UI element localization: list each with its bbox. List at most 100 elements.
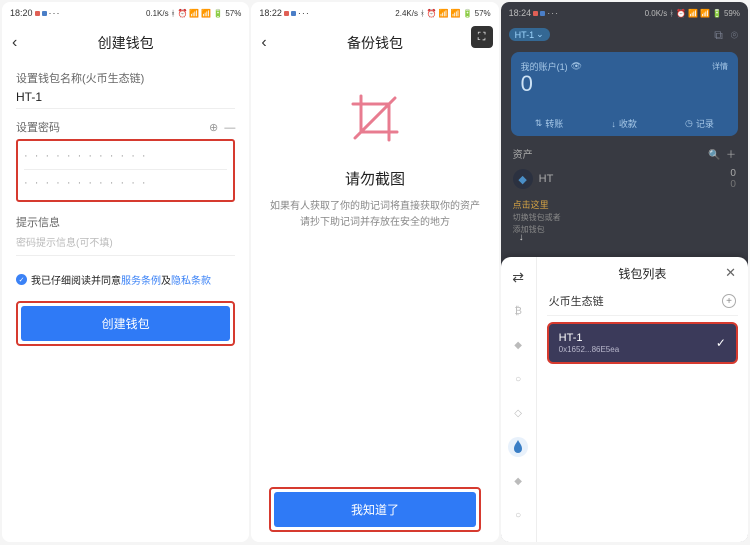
status-dot	[35, 11, 40, 16]
status-battery: 59%	[724, 9, 740, 18]
tip-sub1: 切换钱包或者	[513, 212, 561, 223]
no-screenshot-desc: 如果有人获取了你的助记词将直接获取你的资产 请抄下助记词并存放在安全的地方	[270, 199, 480, 231]
tip-callout: 点击这里 切换钱包或者 添加钱包	[513, 198, 561, 235]
status-battery: 57%	[475, 9, 491, 18]
wifi-icon: 📶	[201, 9, 211, 18]
battery-icon: 🔋	[712, 9, 722, 18]
page-title: 备份钱包	[347, 33, 403, 53]
chevron-down-icon: ⌄	[536, 29, 544, 40]
add-icon[interactable]: ＋	[726, 150, 736, 161]
record-button[interactable]: ◷记录	[685, 117, 714, 130]
nav-bar: ‹ 创建钱包	[2, 24, 249, 62]
wallet-item-address: 0x1652...86E5ea	[559, 345, 620, 354]
alarm-icon: ⏰	[676, 9, 686, 18]
agree-row[interactable]: ✓ 我已仔细阅读并同意 服务条例 及 隐私条款	[16, 272, 235, 287]
top-actions: ⧉ ⌾	[714, 28, 738, 43]
wallet-list-sheet: ⇄ ₿ ◆ ○ ◇ ◆ ○ 钱包列表 ✕ 火币生态链 + HT-1 0x1652…	[501, 257, 748, 542]
status-time: 18:20	[10, 8, 33, 18]
assets-header: 资产 🔍 ＋	[513, 146, 736, 161]
create-button-highlight: 创建钱包	[16, 301, 235, 346]
tip-title: 点击这里	[513, 198, 561, 211]
qr-icon[interactable]: ⌾	[731, 28, 738, 43]
password-input[interactable]: · · · · · · · · · · · ·	[24, 143, 227, 170]
status-net: 0.1K/s	[146, 9, 169, 18]
status-time: 18:22	[259, 8, 282, 18]
signal-icon: 📶	[688, 9, 698, 18]
assets-label: 资产	[513, 146, 533, 161]
wallet-item-selected[interactable]: HT-1 0x1652...86E5ea ✓	[547, 322, 738, 364]
token-sub: 0	[730, 179, 736, 190]
known-button-highlight: 我知道了	[269, 487, 480, 532]
page-title: 创建钱包	[98, 33, 154, 53]
scan-icon[interactable]: ⧉	[714, 28, 723, 43]
status-time: 18:24	[509, 8, 532, 18]
chain-icon[interactable]: ◇	[508, 403, 528, 423]
bluetooth-icon: ᚼ	[420, 9, 425, 18]
status-net: 2.4K/s	[395, 9, 418, 18]
token-row[interactable]: ◆ HT 00	[513, 168, 736, 190]
close-icon[interactable]: ✕	[725, 265, 736, 281]
chain-icon[interactable]: ○	[508, 369, 528, 389]
bluetooth-icon: ᚼ	[171, 9, 176, 18]
signal-icon: 📶	[189, 9, 199, 18]
chain-eth-icon[interactable]: ◆	[508, 335, 528, 355]
password-confirm-input[interactable]: · · · · · · · · · · · ·	[24, 170, 227, 196]
status-dot	[42, 11, 47, 16]
sheet-title: 钱包列表	[618, 265, 666, 282]
agree-and: 及	[161, 272, 171, 287]
arrow-down-icon: ↓	[519, 232, 524, 243]
chain-btc-icon[interactable]: ₿	[508, 301, 528, 321]
receive-button[interactable]: ↓收款	[611, 117, 637, 130]
screen-wallet-list: 18:24 ··· 0.0K/s ᚼ ⏰ 📶 📶 🔋 59% HT-1⌄ ⧉ ⌾…	[501, 2, 748, 542]
terms-link[interactable]: 服务条例	[121, 272, 161, 287]
eye-off-icon[interactable]: ⊕ —	[209, 121, 235, 134]
transfer-button[interactable]: ⇅转账	[535, 117, 564, 130]
screen-backup-wallet: 18:22 ··· 2.4K/s ᚼ ⏰ 📶 📶 🔋 57% ⛶ ‹ 备份钱包 …	[251, 2, 498, 542]
add-wallet-icon[interactable]: +	[722, 294, 736, 308]
status-bar: 18:22 ··· 2.4K/s ᚼ ⏰ 📶 📶 🔋 57%	[251, 2, 498, 24]
no-screenshot-title: 请勿截图	[345, 168, 405, 189]
token-symbol: HT	[539, 173, 554, 185]
signal-icon: 📶	[439, 9, 449, 18]
agree-check-icon[interactable]: ✓	[16, 274, 27, 285]
nav-bar: ‹ 备份钱包	[251, 24, 498, 62]
hint-input[interactable]: 密码提示信息(可不填)	[16, 234, 235, 256]
status-bar: 18:24 ··· 0.0K/s ᚼ ⏰ 📶 📶 🔋 59%	[501, 2, 748, 24]
chain-huobi-icon[interactable]	[508, 437, 528, 457]
chain-icon[interactable]: ○	[508, 505, 528, 525]
hint-label: 提示信息	[16, 214, 235, 230]
chain-nav: ⇄ ₿ ◆ ○ ◇ ◆ ○	[501, 257, 537, 542]
ht-icon: ◆	[513, 169, 533, 189]
status-dot	[533, 11, 538, 16]
bluetooth-icon: ᚼ	[669, 9, 674, 18]
wallet-item-name: HT-1	[559, 332, 620, 344]
wallet-switch-icon[interactable]: ⇄	[508, 267, 528, 287]
battery-icon: 🔋	[463, 9, 473, 18]
check-icon: ✓	[716, 336, 726, 350]
back-icon[interactable]: ‹	[12, 34, 17, 52]
privacy-link[interactable]: 隐私条款	[171, 272, 211, 287]
wallet-tag[interactable]: HT-1⌄	[509, 28, 550, 41]
wifi-icon: 📶	[700, 9, 710, 18]
status-more-icon: ···	[49, 8, 61, 18]
search-icon[interactable]: 🔍	[708, 150, 720, 161]
battery-icon: 🔋	[213, 9, 223, 18]
balance-value: 0	[521, 71, 728, 97]
status-battery: 57%	[225, 9, 241, 18]
i-know-button[interactable]: 我知道了	[274, 492, 475, 527]
status-more-icon: ···	[298, 8, 310, 18]
sheet-header: 钱包列表 ✕	[547, 257, 738, 289]
status-dot	[540, 11, 545, 16]
balance-card: 我的账户(1) 👁 详情 0 ⇅转账 ↓收款 ◷记录	[511, 52, 738, 136]
receive-icon: ↓	[611, 119, 616, 129]
wallet-name-input[interactable]: HT-1	[16, 90, 235, 109]
details-link[interactable]: 详情	[712, 61, 728, 72]
eye-icon[interactable]: 👁	[571, 61, 582, 72]
chain-icon[interactable]: ◆	[508, 471, 528, 491]
create-wallet-button[interactable]: 创建钱包	[21, 306, 230, 341]
chain-name: 火币生态链	[549, 293, 604, 309]
back-icon[interactable]: ‹	[261, 34, 266, 52]
transfer-icon: ⇅	[535, 118, 543, 129]
screen-create-wallet: 18:20 ··· 0.1K/s ᚼ ⏰ 📶 📶 🔋 57% ‹ 创建钱包 设置…	[2, 2, 249, 542]
agree-text: 我已仔细阅读并同意	[31, 272, 121, 287]
